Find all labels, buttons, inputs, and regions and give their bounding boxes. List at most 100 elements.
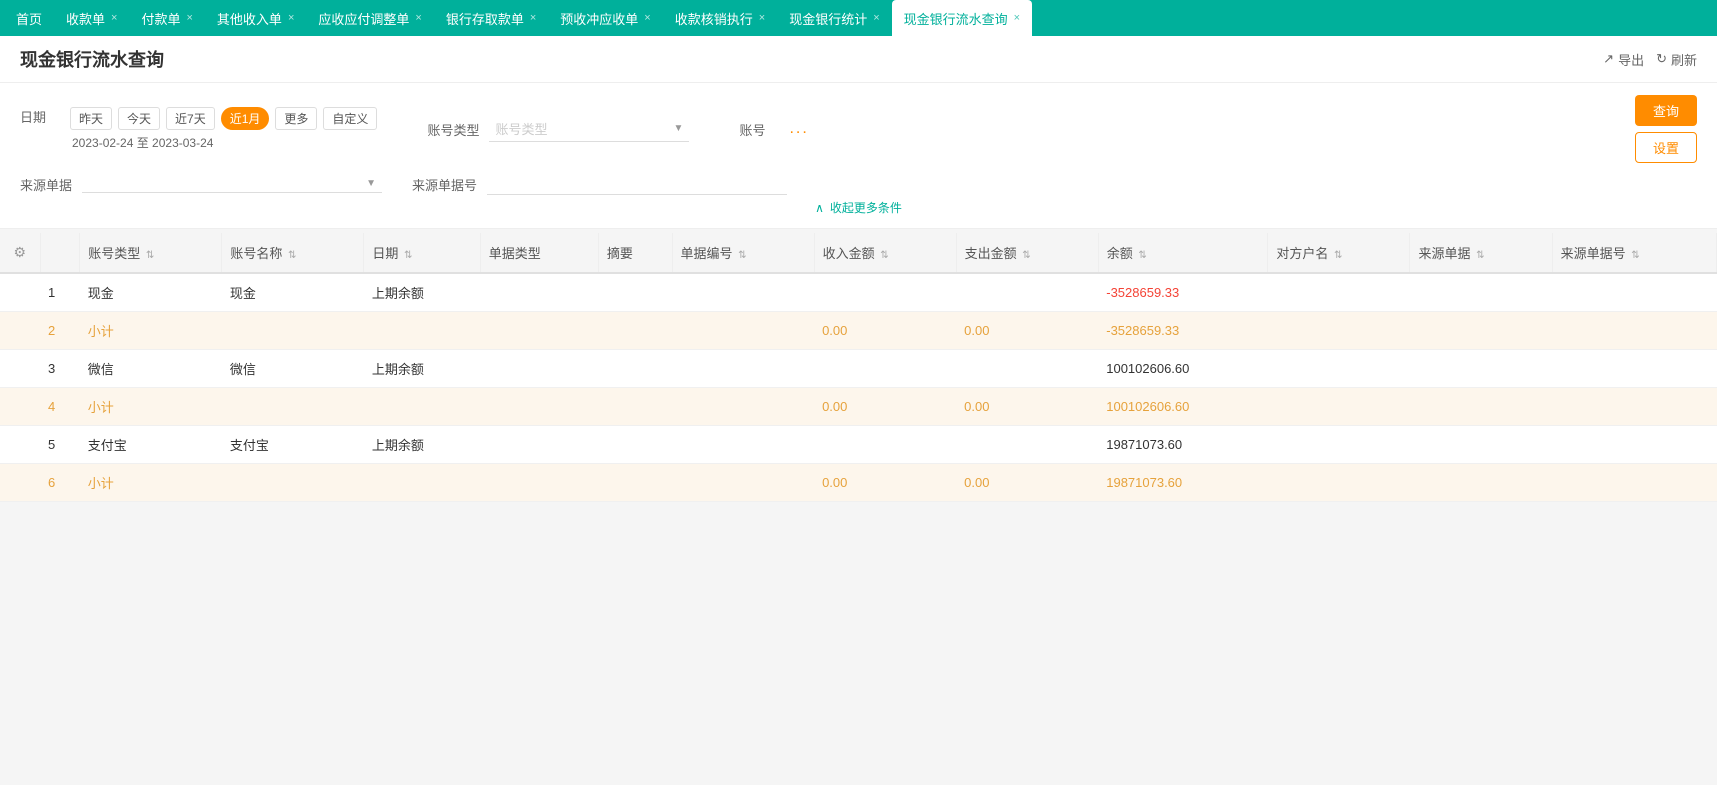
account-type-select[interactable]: 账号类型 ▼ — [489, 116, 689, 142]
account-type-filter-group: 账号类型 账号类型 ▼ — [427, 116, 689, 142]
source-doc-select[interactable]: ▼ — [82, 175, 382, 193]
table-area: ⚙ 账号类型 ⇅ 账号名称 ⇅ 日期 ⇅ 单据类型 摘要 单据编号 — [0, 233, 1717, 502]
table-body: 1现金现金上期余额-3528659.332小计0.000.00-3528659.… — [0, 273, 1717, 502]
nav-cash-bank-stats[interactable]: 现金银行统计 × — [777, 0, 891, 36]
table-cell: 0.00 — [814, 464, 956, 502]
table-cell — [956, 273, 1098, 312]
sort-icon: ⇅ — [146, 250, 154, 261]
page-header: 现金银行流水查询 ↗ 导出 ↻ 刷新 — [0, 36, 1717, 83]
account-type-value: 账号类型 — [495, 119, 547, 138]
table-cell: 0.00 — [956, 312, 1098, 350]
close-icon[interactable]: × — [186, 12, 192, 24]
nav-adjustment[interactable]: 应收应付调整单 × — [306, 0, 433, 36]
table-cell — [480, 426, 598, 464]
source-doc-no-input[interactable] — [487, 173, 787, 195]
table-cell — [480, 273, 598, 312]
sort-icon: ⇅ — [880, 250, 888, 261]
collapse-bar[interactable]: ∧ 收起更多条件 — [20, 199, 1697, 216]
date-filter: 昨天 今天 近7天 近1月 更多 自定义 2023-02-24 至 2023-0… — [70, 107, 377, 151]
table-cell — [672, 273, 814, 312]
table-cell: 6 — [40, 464, 80, 502]
table-cell: -3528659.33 — [1098, 312, 1268, 350]
close-icon[interactable]: × — [288, 12, 294, 24]
col-gear[interactable]: ⚙ — [0, 233, 40, 273]
nav-receipt[interactable]: 收款单 × — [54, 0, 129, 36]
date-btn-yesterday[interactable]: 昨天 — [70, 107, 112, 130]
table-cell: 0.00 — [956, 464, 1098, 502]
nav-advance-offset[interactable]: 预收冲应收单 × — [548, 0, 662, 36]
table-cell: 1 — [40, 273, 80, 312]
col-account-type[interactable]: 账号类型 ⇅ — [80, 233, 222, 273]
collapse-icon: ∧ — [815, 201, 824, 215]
date-btn-today[interactable]: 今天 — [118, 107, 160, 130]
export-icon: ↗ — [1603, 51, 1614, 67]
table-cell — [1410, 350, 1552, 388]
chevron-down-icon: ▼ — [674, 123, 684, 134]
close-icon[interactable]: × — [415, 12, 421, 24]
table-cell — [598, 312, 672, 350]
col-balance[interactable]: 余额 ⇅ — [1098, 233, 1268, 273]
col-doc-no[interactable]: 单据编号 ⇅ — [672, 233, 814, 273]
table-cell: 微信 — [80, 350, 222, 388]
table-cell — [1552, 388, 1716, 426]
refresh-icon: ↻ — [1656, 51, 1667, 67]
close-icon[interactable]: × — [873, 12, 879, 24]
table-cell: 小计 — [80, 312, 222, 350]
table-cell — [1268, 350, 1410, 388]
close-icon[interactable]: × — [644, 12, 650, 24]
close-icon[interactable]: × — [1014, 12, 1020, 24]
export-button[interactable]: ↗ 导出 — [1603, 50, 1644, 69]
table-cell: 上期余额 — [364, 426, 480, 464]
nav-other-income[interactable]: 其他收入单 × — [205, 0, 306, 36]
date-btn-7days[interactable]: 近7天 — [166, 107, 215, 130]
nav-home[interactable]: 首页 — [4, 0, 54, 36]
settings-button[interactable]: 设置 — [1635, 132, 1697, 163]
col-counterparty[interactable]: 对方户名 ⇅ — [1268, 233, 1410, 273]
table-cell — [1552, 350, 1716, 388]
nav-collection-exec[interactable]: 收款核销执行 × — [663, 0, 777, 36]
close-icon[interactable]: × — [530, 12, 536, 24]
table-row: 1现金现金上期余额-3528659.33 — [0, 273, 1717, 312]
col-account-name[interactable]: 账号名称 ⇅ — [222, 233, 364, 273]
col-source-doc-no[interactable]: 来源单据号 ⇅ — [1552, 233, 1716, 273]
date-btn-1month[interactable]: 近1月 — [221, 107, 270, 130]
nav-cash-bank-ledger[interactable]: 现金银行流水查询 × — [892, 0, 1032, 36]
nav-payment[interactable]: 付款单 × — [129, 0, 204, 36]
source-doc-no-filter-group: 来源单据号 — [412, 173, 787, 195]
nav-bank-deposit[interactable]: 银行存取款单 × — [434, 0, 548, 36]
table-cell — [0, 350, 40, 388]
refresh-button[interactable]: ↻ 刷新 — [1656, 50, 1697, 69]
close-icon[interactable]: × — [759, 12, 765, 24]
date-btn-more[interactable]: 更多 — [275, 107, 317, 130]
close-icon[interactable]: × — [111, 12, 117, 24]
sort-icon: ⇅ — [1631, 250, 1639, 261]
table-cell — [480, 350, 598, 388]
date-btn-custom[interactable]: 自定义 — [323, 107, 377, 130]
table-cell: 现金 — [222, 273, 364, 312]
table-cell — [672, 464, 814, 502]
source-doc-label: 来源单据 — [20, 175, 72, 194]
query-button[interactable]: 查询 — [1635, 95, 1697, 126]
gear-icon[interactable]: ⚙ — [13, 244, 26, 260]
table-header: ⚙ 账号类型 ⇅ 账号名称 ⇅ 日期 ⇅ 单据类型 摘要 单据编号 — [0, 233, 1717, 273]
table-cell — [480, 464, 598, 502]
col-source-doc[interactable]: 来源单据 ⇅ — [1410, 233, 1552, 273]
header-actions: ↗ 导出 ↻ 刷新 — [1603, 50, 1697, 69]
col-income[interactable]: 收入金额 ⇅ — [814, 233, 956, 273]
top-navigation: 首页 收款单 × 付款单 × 其他收入单 × 应收应付调整单 × 银行存取款单 … — [0, 0, 1717, 36]
table-cell: 2 — [40, 312, 80, 350]
account-dots-button[interactable]: ... — [789, 120, 808, 138]
table-cell — [222, 464, 364, 502]
sort-icon: ⇅ — [1334, 250, 1342, 261]
table-cell: 小计 — [80, 464, 222, 502]
sort-icon: ⇅ — [738, 250, 746, 261]
table-cell — [672, 312, 814, 350]
table-cell — [1268, 273, 1410, 312]
table-cell: 0.00 — [814, 312, 956, 350]
table-cell: 4 — [40, 388, 80, 426]
account-filter-group: 账号 ... — [739, 120, 808, 139]
col-expense[interactable]: 支出金额 ⇅ — [956, 233, 1098, 273]
table-cell — [222, 312, 364, 350]
col-date[interactable]: 日期 ⇅ — [364, 233, 480, 273]
table-cell — [814, 350, 956, 388]
